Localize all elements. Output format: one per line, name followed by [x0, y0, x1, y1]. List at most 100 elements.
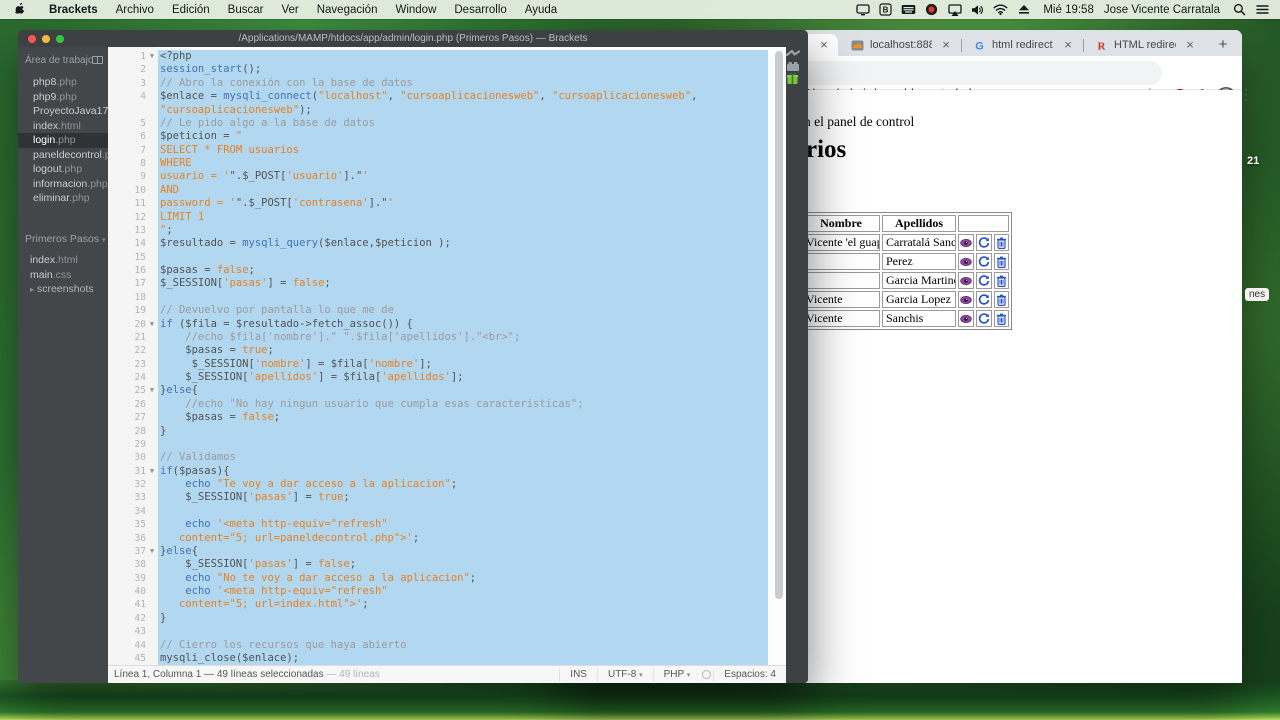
- fold-arrow-icon[interactable]: [146, 144, 158, 157]
- fold-arrow-icon[interactable]: [146, 411, 158, 424]
- refresh-icon[interactable]: [976, 291, 992, 308]
- fold-arrow-icon[interactable]: [146, 304, 158, 317]
- code-editor[interactable]: 1 ▼ <?php 2 session_start(); 3// Abro la cone…: [108, 47, 786, 665]
- code-line[interactable]: 34: [108, 504, 786, 519]
- fold-arrow-icon[interactable]: [146, 612, 158, 625]
- sidebar-file-php9[interactable]: php9.php: [18, 90, 108, 105]
- fold-arrow-icon[interactable]: ▼: [146, 545, 158, 558]
- browser-tab-1[interactable]: localhost:8888 / loca ×: [840, 34, 960, 56]
- code-line[interactable]: 10 AND: [108, 183, 786, 198]
- code-line[interactable]: 24 $_SESSION['apellidos'] = $fila['apell…: [108, 371, 786, 385]
- code-line[interactable]: 19// Devuelvo por pantalla lo que me de: [108, 304, 786, 318]
- fold-arrow-icon[interactable]: [146, 438, 158, 451]
- code-line[interactable]: 11 password = '".$_POST['contrasena']."': [108, 197, 786, 211]
- code-line[interactable]: 22 $pasas = true;: [108, 344, 786, 358]
- sidebar-file-eliminar[interactable]: eliminar.php: [18, 191, 108, 206]
- fold-arrow-icon[interactable]: [146, 251, 158, 264]
- fold-arrow-icon[interactable]: [146, 652, 158, 665]
- code-line[interactable]: 26 //echo "No hay ningun usuario que cum…: [108, 397, 786, 412]
- code-line[interactable]: 2 session_start();: [108, 63, 786, 77]
- code-line[interactable]: 13 ";: [108, 223, 786, 238]
- updates-gift-icon[interactable]: [786, 72, 808, 85]
- apple-menu-icon[interactable]: [14, 3, 26, 16]
- fold-arrow-icon[interactable]: [146, 224, 158, 237]
- sidebar-file-index[interactable]: index.html: [18, 119, 108, 134]
- code-line[interactable]: 1 ▼ <?php: [108, 50, 786, 64]
- menu-item-navegacion[interactable]: Navegación: [308, 4, 387, 16]
- fold-arrow-icon[interactable]: [146, 291, 158, 304]
- menu-item-archivo[interactable]: Archivo: [107, 4, 163, 16]
- split-view-icon[interactable]: [92, 56, 103, 64]
- code-line[interactable]: 8 WHERE: [108, 157, 786, 171]
- fold-arrow-icon[interactable]: ▼: [146, 318, 158, 331]
- trash-icon[interactable]: [994, 291, 1009, 308]
- code-line[interactable]: 14 $resultado = mysqli_query($enlace,$pet…: [108, 237, 786, 251]
- trash-icon[interactable]: [994, 310, 1009, 327]
- fold-arrow-icon[interactable]: [146, 264, 158, 277]
- menu-item-app[interactable]: Brackets: [40, 4, 107, 16]
- fold-arrow-icon[interactable]: [146, 358, 158, 371]
- fold-arrow-icon[interactable]: [146, 451, 158, 464]
- code-line[interactable]: 37 ▼}else{: [108, 544, 786, 559]
- minimize-window-button[interactable]: [42, 35, 50, 43]
- eye-icon[interactable]: [958, 272, 974, 289]
- trash-icon[interactable]: [994, 253, 1009, 270]
- fold-arrow-icon[interactable]: [146, 211, 158, 224]
- code-line[interactable]: 9 usuario = '".$_POST['usuario']."': [108, 170, 786, 184]
- fold-arrow-icon[interactable]: ▼: [146, 50, 158, 63]
- menu-item-edicion[interactable]: Edición: [163, 4, 219, 16]
- code-line[interactable]: 32 echo "Te voy a dar acceso a la aplica…: [108, 478, 786, 492]
- code-line[interactable]: 39 echo "No te voy a dar acceso a la apl…: [108, 571, 786, 585]
- menu-item-buscar[interactable]: Buscar: [219, 4, 273, 16]
- code-line[interactable]: 18: [108, 290, 786, 305]
- code-line[interactable]: 36 content="5; url=paneldecontrol.php">'…: [108, 531, 786, 545]
- fold-arrow-icon[interactable]: [146, 184, 158, 197]
- fold-arrow-icon[interactable]: [146, 598, 158, 611]
- project-header[interactable]: Primeros Pasos ▾: [25, 233, 106, 245]
- refresh-icon[interactable]: [976, 310, 992, 327]
- fold-arrow-icon[interactable]: [146, 104, 158, 117]
- sidebar-file-logout[interactable]: logout.php: [18, 162, 108, 177]
- encoding-selector[interactable]: UTF-8 ▾: [596, 668, 653, 681]
- code-line[interactable]: 23 $_SESSION['nombre'] = $fila['nombre']…: [108, 357, 786, 371]
- fold-arrow-icon[interactable]: [146, 478, 158, 491]
- fold-arrow-icon[interactable]: ▼: [146, 384, 158, 397]
- fold-arrow-icon[interactable]: [146, 585, 158, 598]
- code-line[interactable]: 41 content="5; url=index.html">';: [108, 598, 786, 612]
- sidebar-file-informacion[interactable]: informacion.php: [18, 177, 108, 192]
- wifi-icon[interactable]: [993, 3, 1008, 16]
- record-icon[interactable]: [924, 3, 939, 16]
- code-line[interactable]: 17 $_SESSION['pasas'] = false;: [108, 277, 786, 291]
- fold-arrow-icon[interactable]: [146, 277, 158, 290]
- notification-center-icon[interactable]: [1255, 3, 1270, 16]
- browser-tab-2[interactable]: Ghtml redirect - Busca ×: [962, 34, 1082, 56]
- code-line[interactable]: 43: [108, 625, 786, 639]
- project-file-main[interactable]: main.css: [18, 268, 108, 283]
- zoom-window-button[interactable]: [56, 35, 64, 43]
- fold-arrow-icon[interactable]: ▼: [146, 465, 158, 478]
- insert-mode-toggle[interactable]: INS: [559, 668, 597, 681]
- project-folder-screenshots[interactable]: ▸ screenshots: [18, 282, 108, 297]
- eye-icon[interactable]: [958, 234, 974, 251]
- code-line[interactable]: 35 echo '<meta http-equiv="refresh": [108, 518, 786, 532]
- fold-arrow-icon[interactable]: [146, 344, 158, 357]
- code-line[interactable]: 4 $enlace = mysqli_connect("localhost", "…: [108, 90, 786, 104]
- code-line[interactable]: 12 LIMIT 1: [108, 210, 786, 224]
- fold-arrow-icon[interactable]: [146, 491, 158, 504]
- code-line[interactable]: 15: [108, 250, 786, 264]
- fold-arrow-icon[interactable]: [146, 558, 158, 571]
- brackets-title-bar[interactable]: /Applications/MAMP/htdocs/app/admin/logi…: [18, 30, 808, 47]
- menu-item-ayuda[interactable]: Ayuda: [516, 4, 566, 16]
- code-line[interactable]: 30// Validamos: [108, 451, 786, 465]
- code-line[interactable]: 38 $_SESSION['pasas'] = false;: [108, 558, 786, 572]
- eject-icon[interactable]: [1016, 3, 1031, 16]
- trash-icon[interactable]: [994, 234, 1009, 251]
- fold-arrow-icon[interactable]: [146, 77, 158, 90]
- code-line[interactable]: 6 $peticion = ": [108, 130, 786, 144]
- language-selector[interactable]: PHP ▾: [652, 668, 701, 681]
- eye-icon[interactable]: [958, 253, 974, 270]
- code-line[interactable]: 5// Le pido algo a la base de datos: [108, 116, 786, 131]
- eye-icon[interactable]: [958, 291, 974, 308]
- code-line[interactable]: 28}: [108, 424, 786, 438]
- b-app-icon[interactable]: B: [878, 3, 893, 16]
